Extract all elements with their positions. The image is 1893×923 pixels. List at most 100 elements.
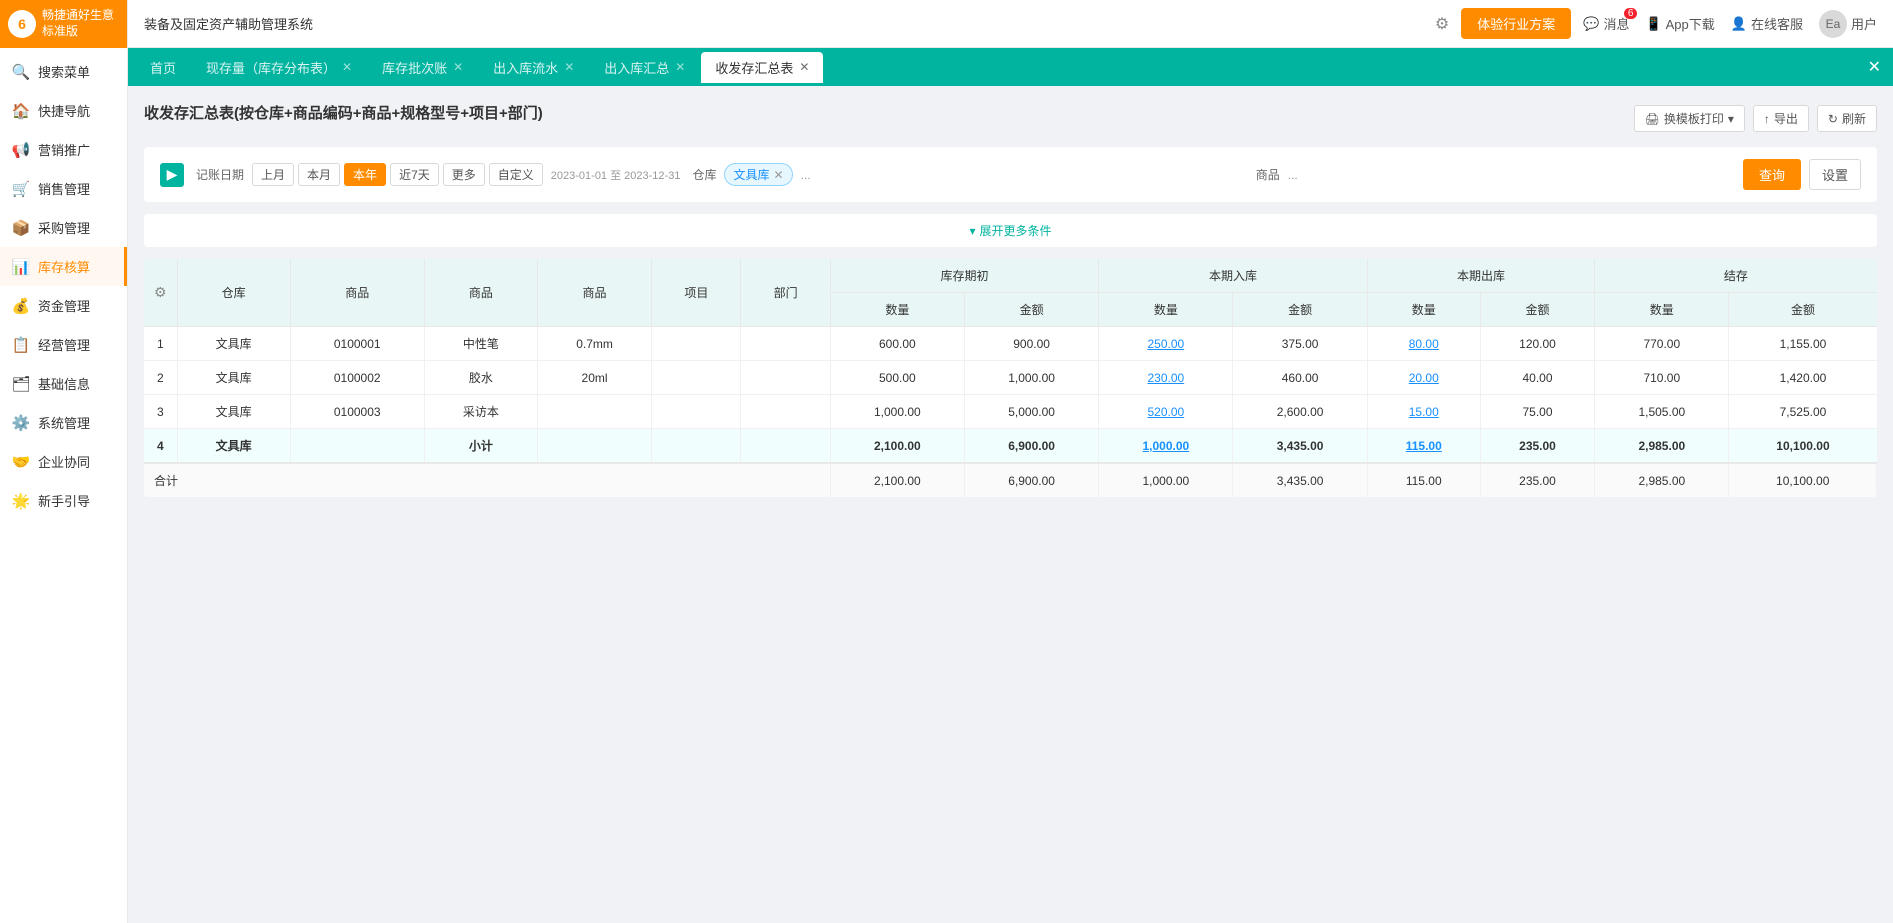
online-service-btn[interactable]: 👤 在线客服 xyxy=(1731,14,1803,33)
tab-close-icon[interactable]: ✕ xyxy=(453,60,463,74)
col-in-amt-header: 金额 xyxy=(1233,293,1367,327)
logo-text: 畅捷通好生意 标准版 xyxy=(42,8,114,39)
footer-opening-amt: 6,900.00 xyxy=(964,463,1098,497)
row-spec: 20ml xyxy=(537,361,651,395)
row-in-qty[interactable]: 520.00 xyxy=(1099,395,1233,429)
date-btn-本月[interactable]: 本月 xyxy=(298,163,340,186)
row-in-qty[interactable]: 1,000.00 xyxy=(1099,429,1233,464)
row-dept xyxy=(741,429,830,464)
row-balance-amt: 1,420.00 xyxy=(1729,361,1877,395)
row-out-qty[interactable]: 115.00 xyxy=(1367,429,1480,464)
row-spec xyxy=(537,395,651,429)
refresh-icon: ↻ xyxy=(1828,112,1838,126)
date-btn-近7天[interactable]: 近7天 xyxy=(390,163,439,186)
sidebar-item-enterprise[interactable]: 🤝企业协同 xyxy=(0,442,127,481)
search-icon: 🔍 xyxy=(12,63,30,81)
sidebar-item-basic-info[interactable]: 🗂基础信息 xyxy=(0,364,127,403)
row-balance-amt: 7,525.00 xyxy=(1729,395,1877,429)
col-project-header: 项目 xyxy=(652,259,741,327)
row-out-qty[interactable]: 20.00 xyxy=(1367,361,1480,395)
row-opening-amt: 900.00 xyxy=(964,327,1098,361)
row-warehouse: 文具库 xyxy=(177,361,290,395)
sidebar-item-sales[interactable]: 🛒销售管理 xyxy=(0,169,127,208)
expand-conditions-btn[interactable]: ▾ 展开更多条件 xyxy=(969,222,1051,239)
row-out-qty[interactable]: 15.00 xyxy=(1367,395,1480,429)
row-name: 胶水 xyxy=(424,361,537,395)
date-btn-上月[interactable]: 上月 xyxy=(252,163,294,186)
sidebar-item-operations[interactable]: 📋经营管理 xyxy=(0,325,127,364)
row-code xyxy=(290,429,424,464)
row-no: 4 xyxy=(144,429,177,464)
warehouse-filter: 仓库 文具库 ✕ ... xyxy=(692,163,810,186)
footer-balance-qty: 2,985.00 xyxy=(1595,463,1729,497)
query-button[interactable]: 查询 xyxy=(1743,159,1801,190)
col-balance-amt-header: 金额 xyxy=(1729,293,1877,327)
row-out-amt: 75.00 xyxy=(1480,395,1594,429)
sidebar-item-inventory[interactable]: 📊库存核算 xyxy=(0,247,127,286)
date-btn-更多[interactable]: 更多 xyxy=(443,163,485,186)
row-in-amt: 460.00 xyxy=(1233,361,1367,395)
row-in-qty[interactable]: 230.00 xyxy=(1099,361,1233,395)
tab-batch-ledger[interactable]: 库存批次账 ✕ xyxy=(368,52,477,83)
tab-close-icon[interactable]: ✕ xyxy=(342,60,352,74)
try-button[interactable]: 体验行业方案 xyxy=(1461,8,1571,39)
print-icon: 🖨 xyxy=(1645,112,1660,126)
col-balance-header: 结存 xyxy=(1595,259,1877,293)
row-code: 0100002 xyxy=(290,361,424,395)
finance-icon: 💰 xyxy=(12,297,30,315)
print-button[interactable]: 🖨 换模板打印 ▾ xyxy=(1634,105,1745,132)
row-out-qty[interactable]: 80.00 xyxy=(1367,327,1480,361)
operations-icon: 📋 xyxy=(12,336,30,354)
system-icon: ⚙️ xyxy=(12,414,30,432)
sidebar-item-purchase[interactable]: 📦采购管理 xyxy=(0,208,127,247)
sidebar-item-marketing[interactable]: 📢营销推广 xyxy=(0,130,127,169)
sidebar-item-guide[interactable]: 🌟新手引导 xyxy=(0,481,127,520)
row-out-amt: 40.00 xyxy=(1480,361,1594,395)
row-opening-qty: 2,100.00 xyxy=(830,429,964,464)
filter-settings-button[interactable]: 设置 xyxy=(1809,159,1861,190)
sidebar-item-label: 销售管理 xyxy=(38,179,90,198)
warehouse-more[interactable]: ... xyxy=(801,168,811,182)
sidebar-item-quick-nav[interactable]: 🏠快捷导航 xyxy=(0,91,127,130)
filter-collapse-btn[interactable]: ▶ xyxy=(160,163,184,187)
app-download-btn[interactable]: 📱 App下载 xyxy=(1645,14,1714,33)
tab-in-out-flow[interactable]: 出入库流水 ✕ xyxy=(479,52,588,83)
chevron-down-icon: ▾ xyxy=(969,224,975,238)
footer-opening-qty: 2,100.00 xyxy=(830,463,964,497)
guide-icon: 🌟 xyxy=(12,492,30,510)
sidebar-item-search[interactable]: 🔍搜索菜单 xyxy=(0,52,127,91)
settings-icon[interactable]: ⚙ xyxy=(1435,14,1449,34)
page-actions: 🖨 换模板打印 ▾ ↑ 导出 ↻ 刷新 xyxy=(1634,105,1877,132)
tab-label: 现存量（库存分布表） xyxy=(206,58,336,77)
row-in-amt: 375.00 xyxy=(1233,327,1367,361)
row-balance-amt: 10,100.00 xyxy=(1729,429,1877,464)
tab-inventory-dist[interactable]: 现存量（库存分布表） ✕ xyxy=(192,52,366,83)
goods-more[interactable]: ... xyxy=(1288,168,1298,182)
sidebar-logo: 6 畅捷通好生意 标准版 xyxy=(0,0,127,48)
tab-close-icon[interactable]: ✕ xyxy=(799,60,809,74)
refresh-button[interactable]: ↻ 刷新 xyxy=(1817,105,1877,132)
col-dept-header: 部门 xyxy=(741,259,830,327)
export-button[interactable]: ↑ 导出 xyxy=(1753,105,1809,132)
row-in-qty[interactable]: 250.00 xyxy=(1099,327,1233,361)
tab-label: 库存批次账 xyxy=(382,58,447,77)
row-out-amt: 235.00 xyxy=(1480,429,1594,464)
tab-close-icon[interactable]: ✕ xyxy=(564,60,574,74)
warehouse-tag-close[interactable]: ✕ xyxy=(773,168,783,182)
system-title: 装备及固定资产辅助管理系统 xyxy=(144,14,1423,33)
sidebar-item-label: 库存核算 xyxy=(38,257,90,276)
date-btn-自定义[interactable]: 自定义 xyxy=(489,163,543,186)
tab-close-icon[interactable]: ✕ xyxy=(675,60,685,74)
tab-bar-close[interactable]: ✕ xyxy=(1864,53,1885,81)
message-btn[interactable]: 💬 消息 6 xyxy=(1583,14,1629,33)
warehouse-tag[interactable]: 文具库 ✕ xyxy=(724,163,792,186)
tab-label: 出入库流水 xyxy=(493,58,558,77)
table-gear-icon[interactable]: ⚙ xyxy=(154,284,167,300)
tab-recv-send-summary[interactable]: 收发存汇总表✕ xyxy=(701,52,823,83)
sidebar-item-system[interactable]: ⚙️系统管理 xyxy=(0,403,127,442)
tab-home[interactable]: 首页 xyxy=(136,52,190,83)
date-btn-本年[interactable]: 本年 xyxy=(344,163,386,186)
sidebar-item-finance[interactable]: 💰资金管理 xyxy=(0,286,127,325)
tab-in-out-summary[interactable]: 出入库汇总✕ xyxy=(590,52,699,83)
user-menu-btn[interactable]: Ea 用户 xyxy=(1819,10,1877,38)
